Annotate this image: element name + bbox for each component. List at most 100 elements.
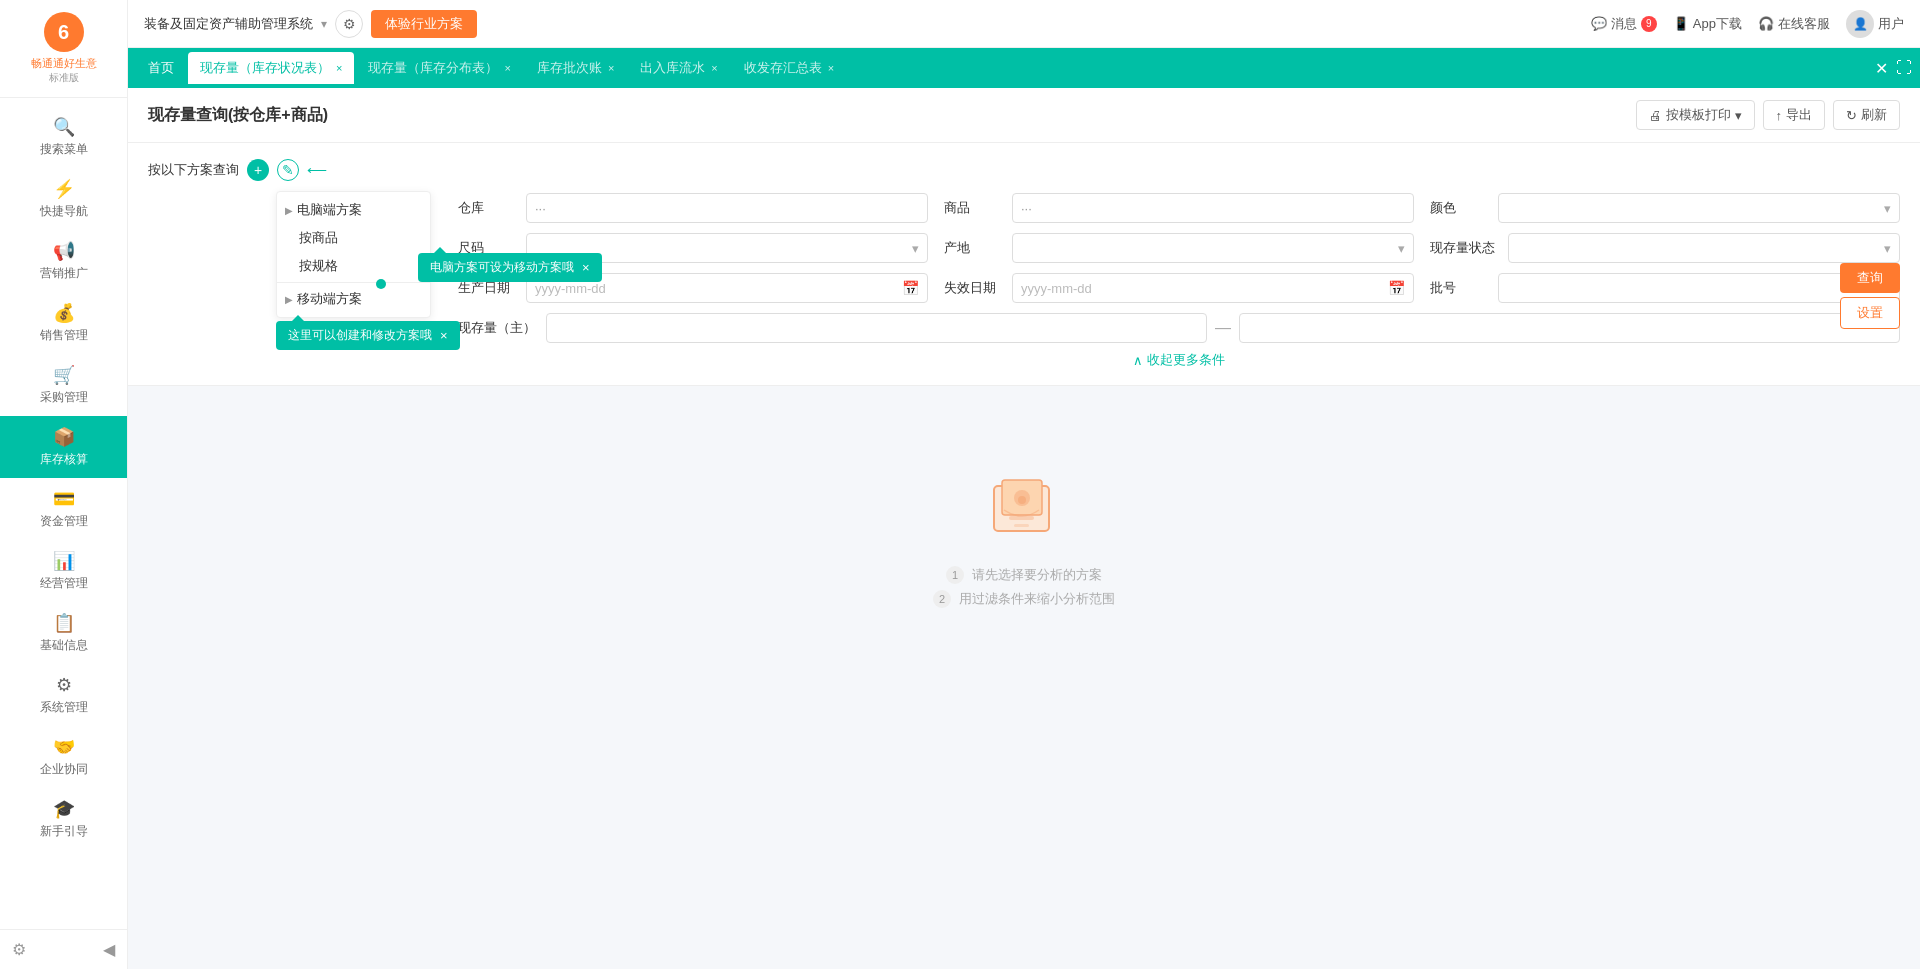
settings-icon[interactable]: ⚙ (12, 940, 26, 959)
tab-close-icon[interactable]: × (608, 62, 614, 74)
quick-icon: ⚡ (53, 178, 75, 200)
filter-header: 按以下方案查询 + ✎ ⟵ (148, 159, 1900, 181)
scheme-tree-mobile[interactable]: ▶ 移动端方案 (277, 285, 430, 313)
calendar-icon: 📅 (902, 280, 919, 296)
sidebar-item-sales[interactable]: 💰 销售管理 (0, 292, 127, 354)
tab-close-icon[interactable]: × (711, 62, 717, 74)
scheme-tree-by-product[interactable]: 按商品 (277, 224, 430, 252)
tab-label: 库存批次账 (537, 59, 602, 77)
query-btn[interactable]: 查询 (1840, 263, 1900, 293)
tab-close-icon[interactable]: × (828, 62, 834, 74)
notification-badge: 9 (1641, 16, 1657, 32)
filter-stock-status: 现存量状态 ▾ (1430, 233, 1900, 263)
warehouse-select[interactable]: ··· (526, 193, 928, 223)
filter-product: 商品 ··· (944, 193, 1414, 223)
sidebar-item-operation[interactable]: 📊 经营管理 (0, 540, 127, 602)
scheme-tree-pc[interactable]: ▶ 电脑端方案 (277, 196, 430, 224)
reset-btn[interactable]: 设置 (1840, 297, 1900, 329)
batch-label: 批号 (1430, 279, 1490, 297)
tab-label: 出入库流水 (640, 59, 705, 77)
dropdown-arrow[interactable]: ▾ (321, 17, 327, 31)
stock-qty-min[interactable] (546, 313, 1207, 343)
filter-batch: 批号 (1430, 273, 1900, 303)
sidebar-item-purchase[interactable]: 🛒 采购管理 (0, 354, 127, 416)
sidebar-item-label: 新手引导 (40, 823, 88, 840)
online-service-item[interactable]: 🎧 在线客服 (1758, 15, 1830, 33)
sidebar-item-guide[interactable]: 🎓 新手引导 (0, 788, 127, 850)
tooltip-close-icon[interactable]: × (440, 328, 448, 343)
back-arrow-btn[interactable]: ⟵ (307, 162, 327, 178)
chevron-down-icon: ▾ (1884, 201, 1891, 216)
print-btn[interactable]: 🖨 按模板打印 ▾ (1636, 100, 1755, 130)
origin-select[interactable]: ▾ (1012, 233, 1414, 263)
pc-scheme-label: 电脑端方案 (297, 201, 362, 219)
empty-step-1: 1 请先选择要分析的方案 (946, 566, 1102, 584)
product-label: 商品 (944, 199, 1004, 217)
empty-state: 1 请先选择要分析的方案 2 用过滤条件来缩小分析范围 (128, 386, 1920, 694)
tab-home[interactable]: 首页 (136, 59, 186, 77)
header-left: 装备及固定资产辅助管理系统 ▾ ⚙ 体验行业方案 (144, 10, 477, 38)
edit-scheme-btn[interactable]: ✎ (277, 159, 299, 181)
export-label: 导出 (1786, 106, 1812, 124)
export-btn[interactable]: ↑ 导出 (1763, 100, 1826, 130)
tooltip-text: 这里可以创建和修改方案哦 (288, 327, 432, 344)
avatar: 👤 (1846, 10, 1874, 38)
tab-inventory-status[interactable]: 现存量（库存状况表） × (188, 52, 354, 84)
system-icon: ⚙ (56, 674, 72, 696)
purchase-icon: 🛒 (53, 364, 75, 386)
app-download-item[interactable]: 📱 App下载 (1673, 15, 1742, 33)
page-title: 现存量查询(按仓库+商品) (148, 105, 328, 126)
stock-qty-max[interactable] (1239, 313, 1900, 343)
tab-close-icon[interactable]: × (504, 62, 510, 74)
expire-date-input[interactable]: yyyy-mm-dd 📅 (1012, 273, 1414, 303)
print-label: 按模板打印 (1666, 106, 1731, 124)
refresh-btn[interactable]: ↻ 刷新 (1833, 100, 1900, 130)
industry-btn[interactable]: 体验行业方案 (371, 10, 477, 38)
export-icon: ↑ (1776, 108, 1783, 123)
sidebar-item-quick[interactable]: ⚡ 快捷导航 (0, 168, 127, 230)
sidebar-item-marketing[interactable]: 📢 营销推广 (0, 230, 127, 292)
product-select[interactable]: ··· (1012, 193, 1414, 223)
dropdown-chevron: ▾ (1735, 108, 1742, 123)
notification-item[interactable]: 💬 消息 9 (1591, 15, 1657, 33)
collapse-filter-btn[interactable]: ∧ 收起更多条件 (458, 351, 1900, 369)
user-item[interactable]: 👤 用户 (1846, 10, 1904, 38)
filter-origin: 产地 ▾ (944, 233, 1414, 263)
sidebar-item-system[interactable]: ⚙ 系统管理 (0, 664, 127, 726)
marketing-icon: 📢 (53, 240, 75, 262)
tab-batch-ledger[interactable]: 库存批次账 × (525, 52, 626, 84)
color-select[interactable]: ▾ (1498, 193, 1900, 223)
tab-inventory-dist[interactable]: 现存量（库存分布表） × (356, 52, 522, 84)
sidebar-logo: 6 畅通通好生意 标准版 (0, 0, 127, 98)
expand-arrow-icon: ▶ (285, 205, 293, 216)
sidebar-item-basic[interactable]: 📋 基础信息 (0, 602, 127, 664)
refresh-label: 刷新 (1861, 106, 1887, 124)
gear-button[interactable]: ⚙ (335, 10, 363, 38)
filter-color: 颜色 ▾ (1430, 193, 1900, 223)
tab-inout-flow[interactable]: 出入库流水 × (628, 52, 729, 84)
sidebar-item-enterprise[interactable]: 🤝 企业协同 (0, 726, 127, 788)
tooltip-create-scheme: 这里可以创建和修改方案哦 × (276, 321, 460, 350)
scheme-tree-by-spec[interactable]: 按规格 (277, 252, 430, 280)
add-scheme-btn[interactable]: + (247, 159, 269, 181)
close-all-tabs-icon[interactable]: ✕ (1875, 59, 1888, 78)
filter-row-3: 生产日期 yyyy-mm-dd 📅 失效日期 yyyy-mm-dd 📅 (458, 273, 1900, 303)
tab-close-icon[interactable]: × (336, 62, 342, 74)
expand-icon[interactable]: ⛶ (1896, 59, 1912, 77)
tooltip-close-icon[interactable]: × (582, 260, 590, 275)
collapse-sidebar-icon[interactable]: ◀ (103, 940, 115, 959)
expire-date-label: 失效日期 (944, 279, 1004, 297)
sidebar-item-label: 营销推广 (40, 265, 88, 282)
tab-receipt-summary[interactable]: 收发存汇总表 × (732, 52, 846, 84)
sidebar-item-label: 快捷导航 (40, 203, 88, 220)
stock-status-select[interactable]: ▾ (1508, 233, 1900, 263)
sidebar-item-label: 采购管理 (40, 389, 88, 406)
collapse-label: 收起更多条件 (1147, 351, 1225, 369)
sidebar: 6 畅通通好生意 标准版 🔍 搜索菜单 ⚡ 快捷导航 📢 营销推广 💰 销售管理… (0, 0, 128, 969)
step-1-text: 请先选择要分析的方案 (972, 566, 1102, 584)
page-actions: 🖨 按模板打印 ▾ ↑ 导出 ↻ 刷新 (1636, 100, 1901, 130)
warehouse-label: 仓库 (458, 199, 518, 217)
sidebar-item-inventory[interactable]: 📦 库存核算 (0, 416, 127, 478)
sidebar-item-finance[interactable]: 💳 资金管理 (0, 478, 127, 540)
sidebar-item-search[interactable]: 🔍 搜索菜单 (0, 106, 127, 168)
